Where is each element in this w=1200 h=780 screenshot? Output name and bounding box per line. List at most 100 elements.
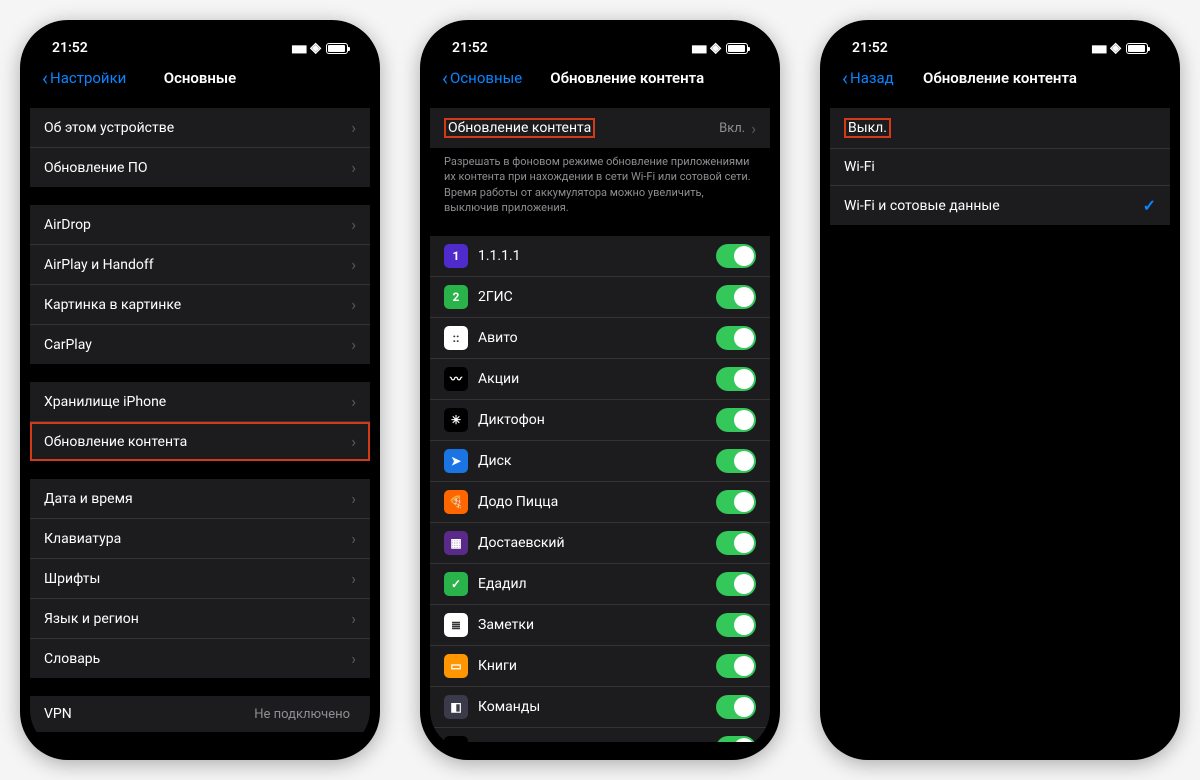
toggle-switch[interactable] (716, 490, 756, 514)
row-label: Выкл. (844, 118, 1156, 138)
signal-icon (1091, 40, 1105, 56)
row-datetime[interactable]: Дата и время › (30, 479, 370, 519)
row-label: 〰Акции (444, 367, 716, 391)
toggle-switch[interactable] (716, 531, 756, 555)
back-button[interactable]: ‹ Назад (842, 68, 894, 88)
app-name: 1.1.1.1 (478, 248, 521, 264)
chevron-right-icon: › (351, 118, 356, 137)
option-wifi-cellular[interactable]: Wi-Fi и сотовые данные ✓ (830, 186, 1170, 225)
app-row[interactable]: ◎ ОТП Банк (430, 728, 770, 742)
chevron-right-icon: › (351, 295, 356, 314)
row-software-update[interactable]: Обновление ПО › (30, 148, 370, 187)
status-icons (1091, 40, 1148, 56)
row-pip[interactable]: Картинка в картинке › (30, 285, 370, 325)
status-icons (691, 40, 748, 56)
toggle-switch[interactable] (716, 326, 756, 350)
chevron-right-icon: › (351, 335, 356, 354)
option-wifi[interactable]: Wi-Fi (830, 149, 1170, 186)
app-name: Заметки (478, 617, 534, 633)
row-label: ▦ Достаевский (444, 531, 716, 555)
wifi-icon (710, 40, 721, 56)
toggle-switch[interactable] (716, 449, 756, 473)
app-name: Авито (478, 330, 518, 346)
toggle-switch[interactable] (716, 367, 756, 391)
row-label: Шрифты (44, 571, 351, 587)
battery-icon (326, 43, 348, 54)
settings-group: VPN Не подключено (30, 696, 370, 732)
row-vpn[interactable]: VPN Не подключено (30, 696, 370, 732)
back-button[interactable]: ‹ Основные (442, 68, 522, 88)
app-name: ОТП Банк (478, 740, 541, 742)
toggle-switch[interactable] (716, 244, 756, 268)
page-title: Обновление контента (923, 69, 1077, 87)
toggle-switch[interactable] (716, 572, 756, 596)
app-row[interactable]: ➤Диск (430, 441, 770, 482)
app-row[interactable]: ✳Диктофон (430, 400, 770, 441)
app-row[interactable]: ◧Команды (430, 687, 770, 728)
app-icon: ◎ (444, 736, 468, 742)
app-name: Додо Пицца (478, 494, 558, 510)
row-airdrop[interactable]: AirDrop › (30, 205, 370, 245)
row-dictionary[interactable]: Словарь › (30, 639, 370, 678)
row-background-refresh-setting[interactable]: Обновление контента Вкл. › (430, 108, 770, 148)
app-row[interactable]: ▭Книги (430, 646, 770, 687)
content-area[interactable]: Об этом устройстве › Обновление ПО › Air… (30, 98, 370, 742)
row-airplay[interactable]: AirPlay и Handoff › (30, 245, 370, 285)
status-time: 21:52 (852, 40, 888, 56)
app-row[interactable]: 🍕Додо Пицца (430, 482, 770, 523)
app-name: Диктофон (478, 412, 545, 428)
row-keyboard[interactable]: Клавиатура › (30, 519, 370, 559)
battery-icon (726, 43, 748, 54)
app-name: Достаевский (478, 535, 565, 551)
row-label: 🍕Додо Пицца (444, 490, 716, 514)
app-name: Акции (478, 371, 519, 387)
toggle-switch[interactable] (716, 736, 756, 742)
row-label: AirDrop (44, 217, 351, 233)
row-storage[interactable]: Хранилище iPhone › (30, 382, 370, 422)
row-carplay[interactable]: CarPlay › (30, 325, 370, 364)
back-button[interactable]: ‹ Настройки (42, 68, 126, 88)
chevron-right-icon: › (351, 392, 356, 411)
battery-icon (1126, 43, 1148, 54)
chevron-right-icon: › (351, 569, 356, 588)
app-row[interactable]: 22ГИС (430, 277, 770, 318)
row-label: ◧Команды (444, 695, 716, 719)
app-row[interactable]: ≣Заметки (430, 605, 770, 646)
app-row[interactable]: 〰Акции (430, 359, 770, 400)
chevron-left-icon: ‹ (42, 68, 48, 88)
row-label: Обновление контента (44, 434, 351, 450)
app-row[interactable]: ✓Едадил (430, 564, 770, 605)
row-label: Картинка в картинке (44, 297, 351, 313)
app-row[interactable]: ::Авито (430, 318, 770, 359)
app-icon: ▭ (444, 654, 468, 678)
app-row[interactable]: 11.1.1.1 (430, 236, 770, 277)
row-about[interactable]: Об этом устройстве › (30, 108, 370, 148)
row-label: Wi-Fi и сотовые данные (844, 198, 1143, 214)
row-label: ✳Диктофон (444, 408, 716, 432)
toggle-switch[interactable] (716, 654, 756, 678)
chevron-right-icon: › (351, 609, 356, 628)
content-area[interactable]: Выкл. Wi-Fi Wi-Fi и сотовые данные ✓ (830, 98, 1170, 742)
row-label: 22ГИС (444, 285, 716, 309)
screen-3: 21:52 ‹ Назад Обновление контента Выкл. (830, 30, 1170, 750)
toggle-switch[interactable] (716, 613, 756, 637)
option-off[interactable]: Выкл. (830, 108, 1170, 149)
notch (925, 20, 1075, 44)
row-label: Словарь (44, 651, 351, 667)
toggle-switch[interactable] (716, 695, 756, 719)
app-icon: ▦ (444, 531, 468, 555)
toggle-switch[interactable] (716, 408, 756, 432)
app-row[interactable]: ▦ Достаевский (430, 523, 770, 564)
footer-description: Разрешать в фоновом режиме обновление пр… (430, 148, 770, 218)
chevron-right-icon: › (351, 158, 356, 177)
content-area[interactable]: Обновление контента Вкл. › Разрешать в ф… (430, 98, 770, 742)
phone-frame-3: 21:52 ‹ Назад Обновление контента Выкл. (820, 20, 1180, 760)
screen-1: 21:52 ‹ Настройки Основные Об этом устро… (30, 30, 370, 750)
row-fonts[interactable]: Шрифты › (30, 559, 370, 599)
row-language[interactable]: Язык и регион › (30, 599, 370, 639)
toggle-switch[interactable] (716, 285, 756, 309)
back-label: Назад (850, 69, 894, 87)
row-label: Язык и регион (44, 611, 351, 627)
row-background-refresh[interactable]: Обновление контента › (30, 422, 370, 461)
row-label: ▭Книги (444, 654, 716, 678)
